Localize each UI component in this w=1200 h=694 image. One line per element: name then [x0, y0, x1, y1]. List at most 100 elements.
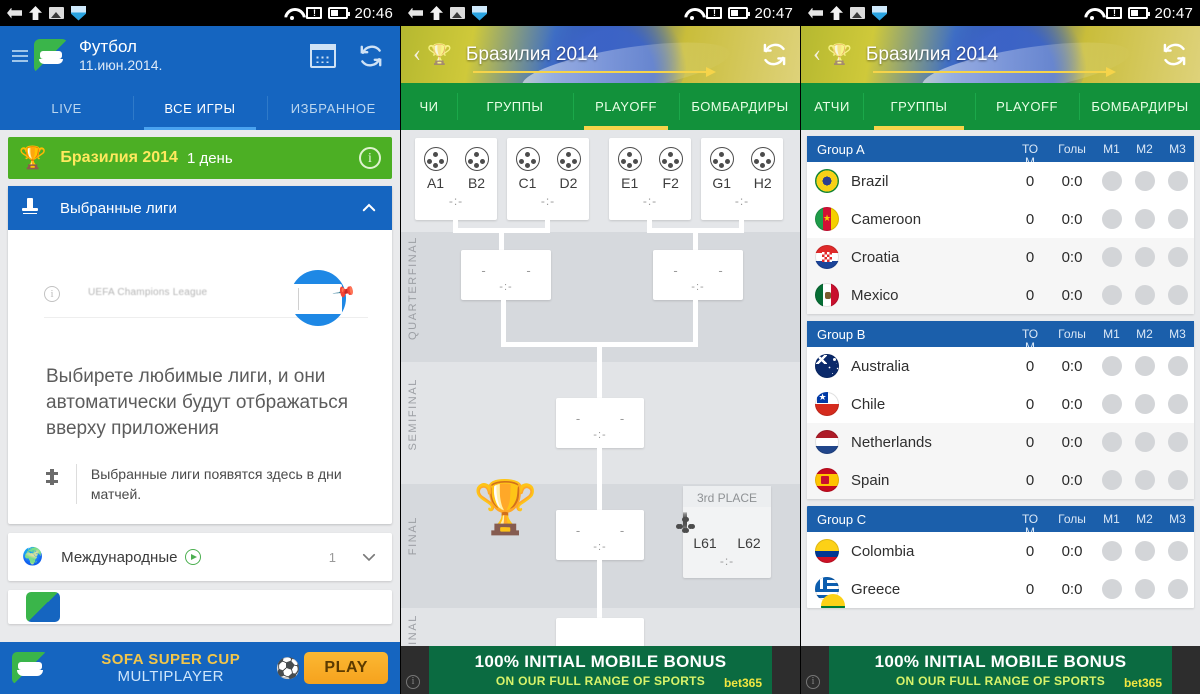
refresh-icon[interactable] [761, 41, 788, 68]
table-row[interactable]: Colombia 0 0:0 [807, 532, 1194, 570]
team-name: Colombia [851, 542, 915, 560]
list-item-label: Международные [61, 548, 178, 566]
tab-scorers[interactable]: БОМБАРДИРЫ [1079, 83, 1200, 130]
pinned-leagues-header[interactable]: Выбранные лиги [8, 186, 392, 230]
tab-playoff[interactable]: PLAYOFF [573, 83, 679, 130]
match-box-r16-4[interactable]: G1 H2 -:- [701, 138, 783, 220]
group-header: Group C ТО Голы M1 M2 M3 [807, 506, 1194, 532]
match-dot[interactable] [1095, 209, 1128, 229]
team-name: Croatia [851, 248, 900, 266]
match-dot[interactable] [1095, 285, 1128, 305]
table-row[interactable]: Netherlands 0 0:0 [807, 423, 1194, 461]
app-title: Футбол [79, 37, 137, 56]
table-row[interactable]: Cameroon 0 0:0 [807, 200, 1194, 238]
match-dot[interactable] [1128, 209, 1161, 229]
match-dot[interactable] [1095, 432, 1128, 452]
match-dot[interactable] [1128, 356, 1161, 376]
match-dot[interactable] [1161, 541, 1194, 561]
ad-bet365[interactable]: i 100% INITIAL MOBILE BONUS ON OUR FULL … [401, 646, 800, 694]
status-right-icons: 20:47 [684, 5, 793, 22]
match-dot[interactable] [1095, 394, 1128, 414]
status-clock: 20:47 [1154, 4, 1193, 22]
promo-league-name: UEFA Champions League [88, 287, 208, 298]
match-dot[interactable] [1128, 432, 1161, 452]
usb-icon [7, 7, 22, 19]
match-dot[interactable] [1128, 247, 1161, 267]
match-box-final[interactable]: - - -:- [556, 510, 644, 560]
match-dot[interactable] [1161, 432, 1194, 452]
refresh-icon[interactable] [358, 43, 384, 69]
flag-icon [815, 392, 839, 416]
battery-icon [1128, 7, 1151, 19]
table-row[interactable]: Chile 0 0:0 [807, 385, 1194, 423]
list-item-next[interactable] [8, 590, 392, 624]
match-dot[interactable] [1161, 247, 1194, 267]
match-dot[interactable] [1128, 470, 1161, 490]
ad-info-icon[interactable]: i [806, 675, 820, 689]
back-button[interactable]: ‹ [413, 41, 421, 68]
ad-bet365[interactable]: i 100% INITIAL MOBILE BONUS ON OUR FULL … [801, 646, 1200, 694]
match-box-r16-3[interactable]: E1 F2 -:- [609, 138, 691, 220]
chevron-up-icon[interactable] [360, 199, 378, 217]
hamburger-icon[interactable] [12, 50, 28, 62]
calendar-icon[interactable] [310, 44, 336, 68]
team-placeholder-icon [556, 147, 581, 171]
match-dot[interactable] [1161, 579, 1194, 599]
tab-matches[interactable]: ЧИ [401, 83, 457, 130]
match-dot[interactable] [1161, 356, 1194, 376]
ad-info-icon[interactable]: i [406, 675, 420, 689]
match-dot[interactable] [1095, 247, 1128, 267]
table-row[interactable]: Australia 0 0:0 [807, 347, 1194, 385]
tab-groups[interactable]: ГРУППЫ [457, 83, 573, 130]
back-button[interactable]: ‹ [813, 41, 821, 68]
match-dot[interactable] [1095, 541, 1128, 561]
match-dot[interactable] [1161, 394, 1194, 414]
list-item-international[interactable]: 🌍 Международные 1 [8, 533, 392, 581]
tab-groups[interactable]: ГРУППЫ [863, 83, 975, 130]
tab-playoff[interactable]: PLAYOFF [975, 83, 1079, 130]
match-dot[interactable] [1095, 470, 1128, 490]
match-dot[interactable] [1095, 356, 1128, 376]
tab-live[interactable]: LIVE [0, 86, 133, 130]
groups-list[interactable]: Group A ТО Голы M1 M2 M3 Brazil 0 0:0 [801, 130, 1200, 646]
match-box-qf-2[interactable]: - - -:- [653, 250, 743, 300]
column-m1: M1 [1103, 512, 1120, 526]
match-box-bottom[interactable] [556, 618, 644, 646]
table-row[interactable]: Spain 0 0:0 [807, 461, 1194, 499]
shield-icon [472, 5, 487, 21]
chevron-down-icon[interactable] [360, 548, 378, 566]
table-row[interactable]: Croatia 0 0:0 [807, 238, 1194, 276]
app-logo-icon [34, 39, 68, 73]
match-dot[interactable] [1128, 171, 1161, 191]
tab-all-games[interactable]: ВСЕ ИГРЫ [133, 86, 266, 130]
tab-matches[interactable]: АТЧИ [801, 83, 863, 130]
play-button[interactable]: PLAY [304, 652, 388, 684]
match-box-qf-1[interactable]: - - -:- [461, 250, 551, 300]
tab-scorers[interactable]: БОМБАРДИРЫ [679, 83, 800, 130]
match-dot[interactable] [1161, 285, 1194, 305]
match-dot[interactable] [1095, 579, 1128, 599]
refresh-icon[interactable] [1161, 41, 1188, 68]
tournament-banner[interactable]: 🏆 Бразилия 2014 1 день i [8, 137, 392, 179]
table-row[interactable]: Mexico 0 0:0 [807, 276, 1194, 314]
match-dot[interactable] [1161, 470, 1194, 490]
match-dot[interactable] [1161, 171, 1194, 191]
tab-favorites[interactable]: ИЗБРАННОЕ [266, 86, 400, 130]
match-dot[interactable] [1161, 209, 1194, 229]
match-dot[interactable] [1128, 541, 1161, 561]
tournament-header: ‹ 🏆 Бразилия 2014 [801, 26, 1200, 83]
match-box-r16-2[interactable]: C1 D2 -:- [507, 138, 589, 220]
info-icon[interactable]: i [359, 147, 381, 169]
match-dot[interactable] [1128, 394, 1161, 414]
play-icon[interactable] [185, 549, 202, 565]
team-name: Greece [851, 580, 901, 598]
ad-sofa-super-cup[interactable]: SOFA SUPER CUP MULTIPLAYER ⚽ PLAY [0, 642, 400, 694]
table-row[interactable]: Brazil 0 0:0 [807, 162, 1194, 200]
table-row[interactable]: Greece 0 0:0 [807, 570, 1194, 608]
match-dot[interactable] [1128, 285, 1161, 305]
match-box-r16-1[interactable]: A1 B2 -:- [415, 138, 497, 220]
match-box-sf-1[interactable]: - - -:- [556, 398, 644, 448]
match-dot[interactable] [1128, 579, 1161, 599]
third-place-box[interactable]: 3rd PLACE L61 L62 -:- [683, 486, 771, 578]
match-dot[interactable] [1095, 171, 1128, 191]
